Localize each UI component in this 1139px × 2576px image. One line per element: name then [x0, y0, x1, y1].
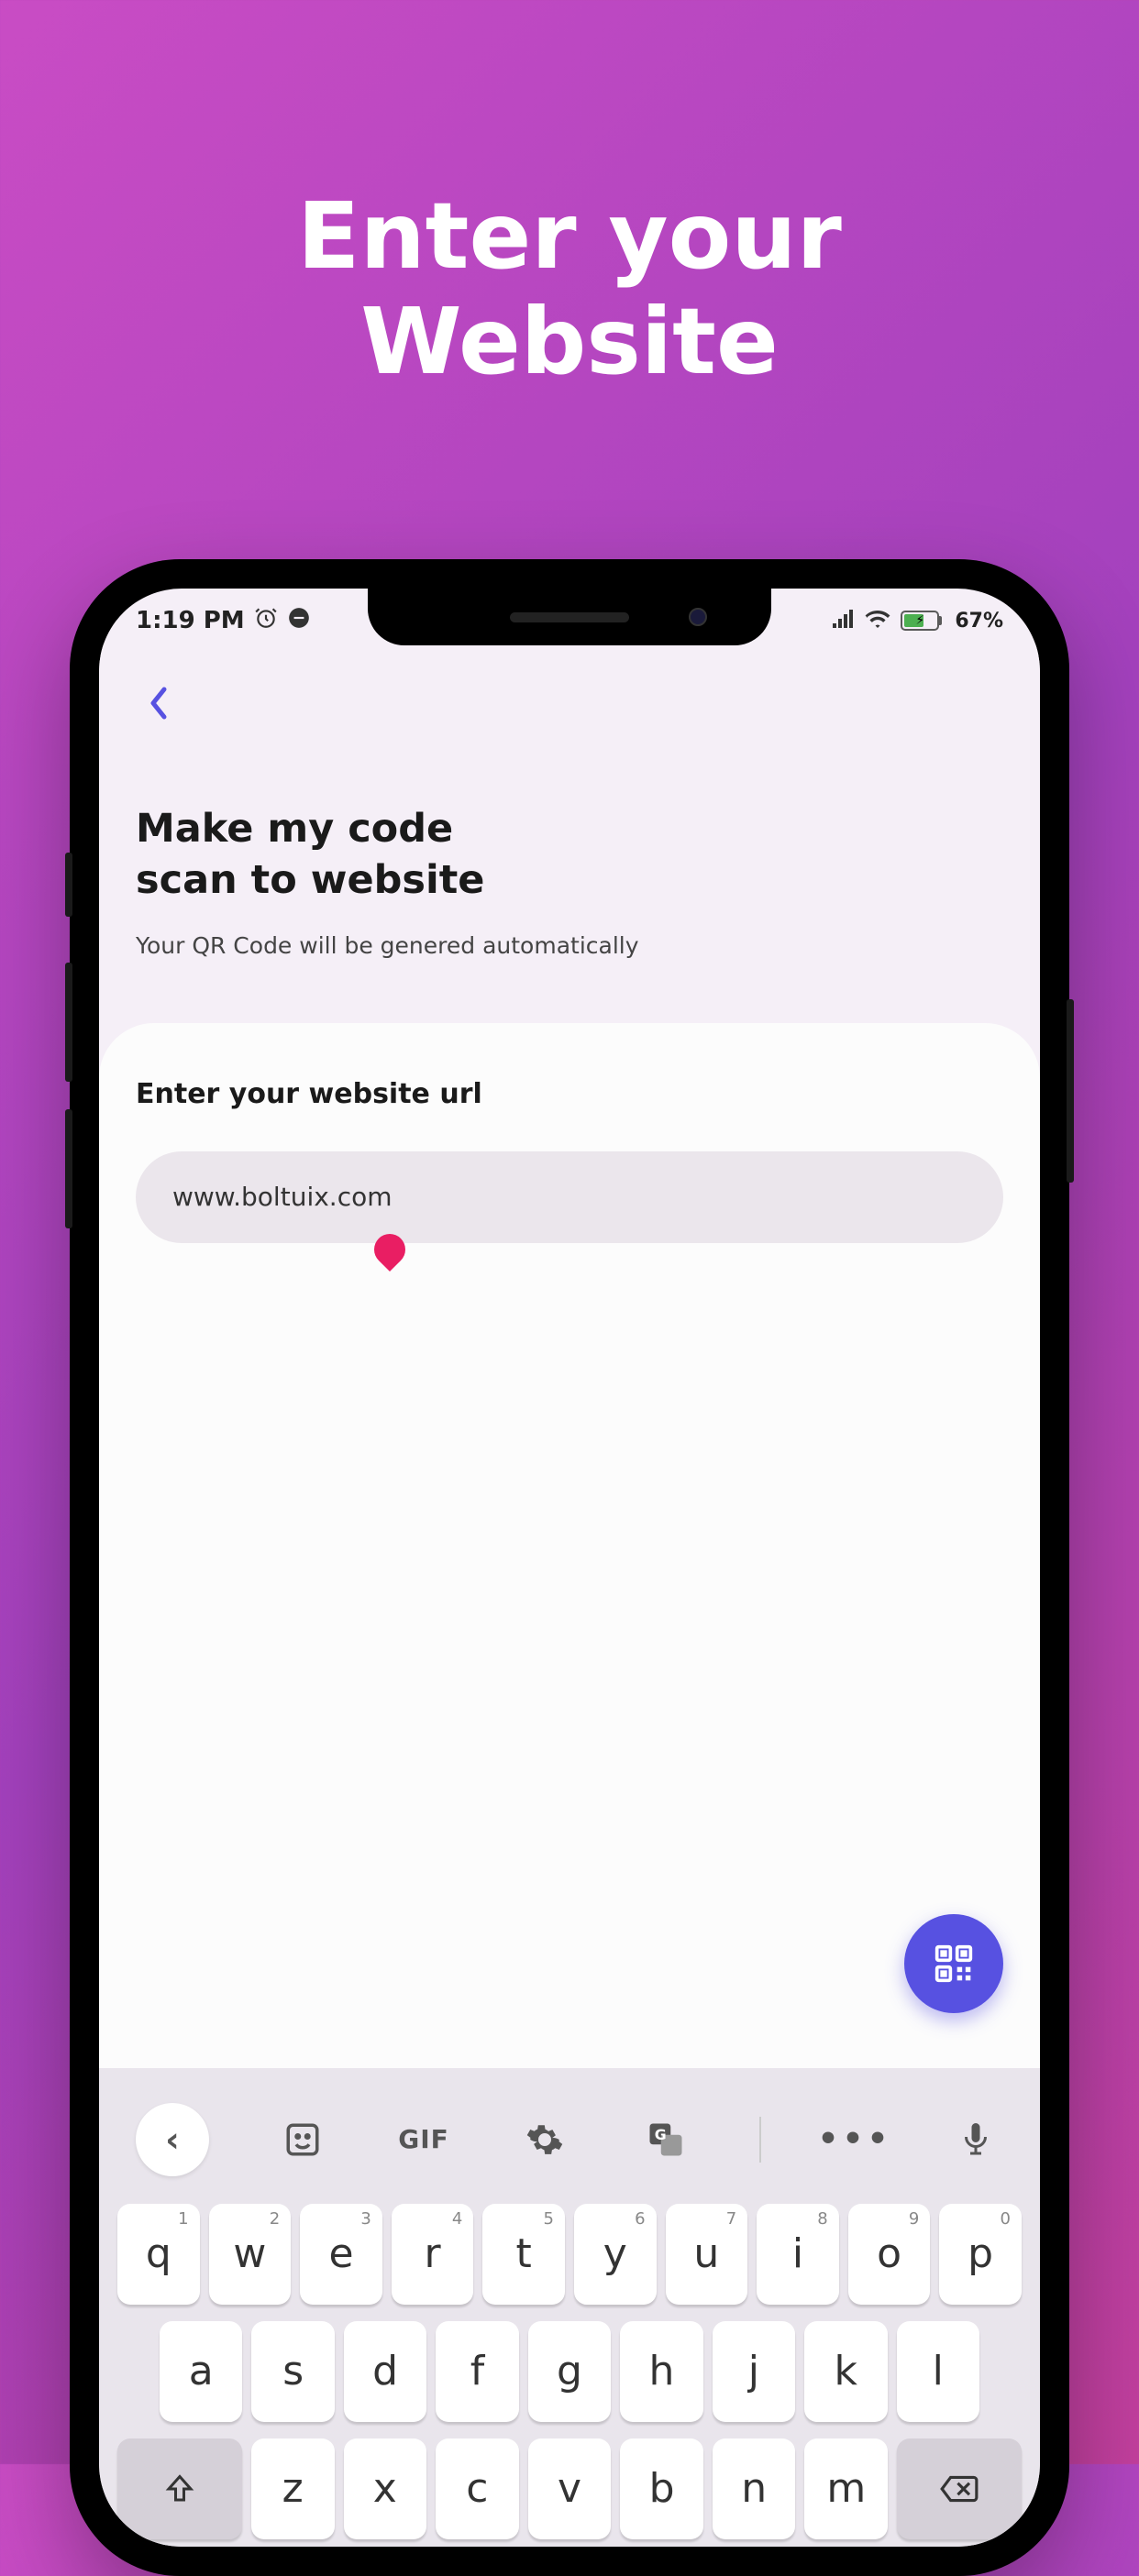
chevron-left-icon: ‹	[165, 2119, 180, 2160]
divider	[759, 2117, 761, 2163]
key-num: 4	[452, 2209, 462, 2229]
page-title-line1: Make my code	[136, 806, 453, 852]
gear-icon	[525, 2120, 564, 2159]
page-title-line2: scan to website	[136, 857, 484, 903]
key-r[interactable]: r4	[392, 2204, 474, 2305]
key-num: 9	[909, 2209, 919, 2229]
alarm-icon	[254, 606, 278, 636]
key-v[interactable]: v	[528, 2438, 612, 2539]
phone-notch	[368, 589, 771, 645]
content-area: Enter your website url	[99, 1023, 1040, 2068]
wifi-icon	[864, 607, 891, 634]
shift-key[interactable]	[117, 2438, 242, 2539]
phone-mockup: 1:19 PM	[70, 559, 1069, 2576]
translate-button[interactable]: G	[638, 2112, 693, 2167]
keyboard-toolbar: ‹ GIF G •••	[108, 2086, 1031, 2204]
key-f[interactable]: f	[436, 2321, 518, 2422]
translate-icon: G	[647, 2120, 685, 2159]
key-k[interactable]: k	[804, 2321, 887, 2422]
key-p[interactable]: p0	[939, 2204, 1022, 2305]
key-c[interactable]: c	[436, 2438, 519, 2539]
keyboard-collapse-button[interactable]: ‹	[136, 2103, 209, 2176]
battery-icon: ⚡	[901, 611, 942, 631]
url-input[interactable]	[136, 1151, 1003, 1243]
mic-icon	[959, 2120, 992, 2159]
sticker-button[interactable]	[275, 2112, 330, 2167]
key-m[interactable]: m	[804, 2438, 888, 2539]
phone-side-button	[1067, 999, 1074, 1183]
url-input-label: Enter your website url	[136, 1078, 1003, 1110]
more-button[interactable]: •••	[827, 2112, 882, 2167]
shift-icon	[163, 2472, 196, 2505]
app-header: Make my code scan to website Your QR Cod…	[99, 644, 1040, 977]
back-button[interactable]	[136, 680, 182, 726]
key-i[interactable]: i8	[757, 2204, 839, 2305]
keyboard-row-3: zxcvbnm	[117, 2438, 1022, 2539]
status-time: 1:19 PM	[136, 607, 245, 634]
svg-text:G: G	[655, 2126, 667, 2143]
key-num: 6	[635, 2209, 645, 2229]
keyboard: ‹ GIF G •••	[99, 2068, 1040, 2547]
key-n[interactable]: n	[713, 2438, 796, 2539]
page-subtitle: Your QR Code will be genered automatical…	[136, 932, 1003, 959]
key-w[interactable]: w2	[209, 2204, 292, 2305]
phone-side-button	[65, 1109, 72, 1228]
promo-title: Enter your Website	[297, 183, 842, 394]
promo-title-line1: Enter your	[297, 182, 842, 290]
key-num: 2	[270, 2209, 280, 2229]
key-z[interactable]: z	[251, 2438, 335, 2539]
phone-side-button	[65, 853, 72, 917]
key-num: 8	[817, 2209, 827, 2229]
key-h[interactable]: h	[620, 2321, 702, 2422]
chevron-left-icon	[148, 686, 170, 721]
keyboard-row-2: asdfghjkl	[117, 2321, 1022, 2422]
key-y[interactable]: y6	[574, 2204, 657, 2305]
phone-side-button	[65, 963, 72, 1082]
dnd-icon	[287, 606, 311, 636]
key-o[interactable]: o9	[848, 2204, 931, 2305]
key-s[interactable]: s	[251, 2321, 334, 2422]
key-d[interactable]: d	[344, 2321, 426, 2422]
key-g[interactable]: g	[528, 2321, 611, 2422]
backspace-key[interactable]	[897, 2438, 1022, 2539]
generate-qr-button[interactable]	[904, 1914, 1003, 2013]
key-b[interactable]: b	[620, 2438, 703, 2539]
page-title: Make my code scan to website	[136, 804, 1003, 907]
signal-icon	[833, 607, 855, 634]
key-j[interactable]: j	[713, 2321, 795, 2422]
promo-title-line2: Website	[360, 288, 779, 395]
key-num: 3	[360, 2209, 370, 2229]
key-num: 7	[726, 2209, 736, 2229]
key-num: 1	[178, 2209, 188, 2229]
key-num: 0	[1000, 2209, 1010, 2229]
qr-code-icon	[934, 1943, 974, 1984]
key-t[interactable]: t5	[482, 2204, 565, 2305]
key-e[interactable]: e3	[300, 2204, 382, 2305]
key-x[interactable]: x	[344, 2438, 427, 2539]
key-num: 5	[544, 2209, 554, 2229]
status-battery-percent: 67%	[955, 610, 1003, 633]
backspace-icon	[939, 2472, 979, 2505]
gif-button[interactable]: GIF	[396, 2112, 451, 2167]
settings-button[interactable]	[517, 2112, 572, 2167]
key-l[interactable]: l	[897, 2321, 979, 2422]
key-q[interactable]: q1	[117, 2204, 200, 2305]
mic-button[interactable]	[948, 2112, 1003, 2167]
key-a[interactable]: a	[160, 2321, 242, 2422]
keyboard-row-1: q1w2e3r4t5y6u7i8o9p0	[117, 2204, 1022, 2305]
key-u[interactable]: u7	[666, 2204, 748, 2305]
sticker-icon	[283, 2120, 322, 2159]
